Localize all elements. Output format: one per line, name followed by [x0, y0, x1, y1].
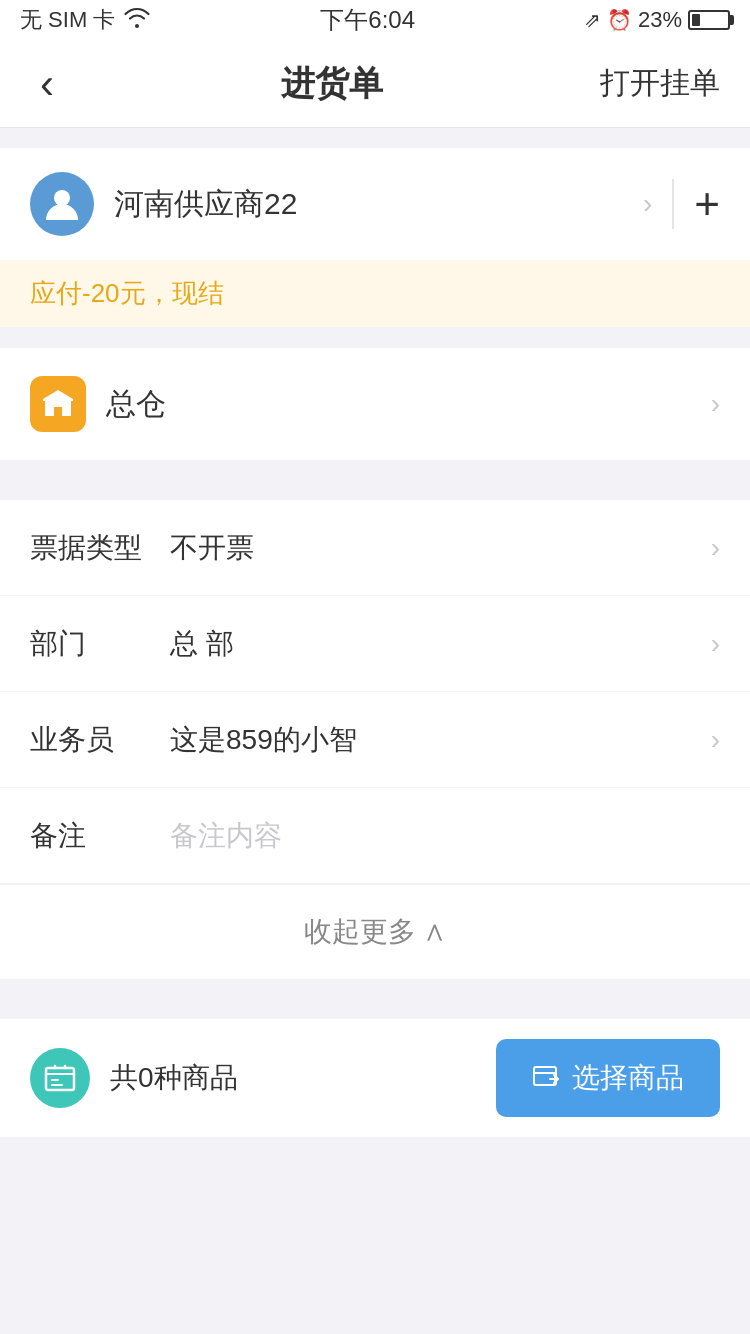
open-pending-button[interactable]: 打开挂单: [600, 63, 720, 104]
svg-rect-2: [46, 1068, 74, 1090]
remark-label: 备注: [30, 817, 160, 855]
location-icon: ⇗: [584, 8, 601, 32]
alarm-icon: ⏰: [607, 8, 632, 32]
department-row[interactable]: 部门 总 部 ›: [0, 596, 750, 692]
salesperson-row[interactable]: 业务员 这是859的小智 ›: [0, 692, 750, 788]
invoice-type-label: 票据类型: [30, 529, 160, 567]
status-right: ⇗ ⏰ 23%: [584, 7, 730, 33]
salesperson-label: 业务员: [30, 721, 160, 759]
section-gap-2: [0, 327, 750, 347]
invoice-type-chevron: ›: [711, 532, 720, 564]
carrier-label: 无 SIM 卡: [20, 5, 115, 35]
section-gap-4: [0, 979, 750, 999]
status-left: 无 SIM 卡: [20, 5, 151, 35]
bottom-fill: [0, 1137, 750, 1334]
department-value: 总 部: [160, 625, 711, 663]
warehouse-icon: [30, 376, 86, 432]
bottom-bar: 共0种商品 选择商品: [0, 1019, 750, 1137]
svg-rect-3: [534, 1067, 556, 1085]
section-gap-3: [0, 460, 750, 480]
collapse-label: 收起更多 ∧: [304, 913, 447, 951]
section-gap-1: [0, 128, 750, 148]
department-label: 部门: [30, 625, 160, 663]
notice-text: 应付-20元，现结: [30, 278, 224, 308]
remark-row[interactable]: 备注 备注内容: [0, 788, 750, 884]
warehouse-chevron: ›: [711, 388, 720, 420]
supplier-row[interactable]: 河南供应商22 › +: [0, 148, 750, 260]
status-bar: 无 SIM 卡 下午6:04 ⇗ ⏰ 23%: [0, 0, 750, 40]
supplier-chevron: ›: [643, 188, 652, 220]
svg-point-0: [54, 190, 70, 206]
invoice-type-value: 不开票: [160, 529, 711, 567]
svg-rect-1: [54, 407, 62, 416]
warehouse-card: 总仓 ›: [0, 347, 750, 460]
select-product-label: 选择商品: [572, 1059, 684, 1097]
battery-icon: [688, 10, 730, 30]
warehouse-name: 总仓: [106, 384, 711, 425]
supplier-card: 河南供应商22 › + 应付-20元，现结: [0, 148, 750, 327]
status-time: 下午6:04: [320, 4, 415, 36]
wifi-icon: [123, 6, 151, 34]
supplier-avatar: [30, 172, 94, 236]
department-chevron: ›: [711, 628, 720, 660]
collapse-row[interactable]: 收起更多 ∧: [0, 884, 750, 979]
salesperson-value: 这是859的小智: [160, 721, 711, 759]
supplier-add-button[interactable]: +: [694, 179, 720, 229]
back-button[interactable]: ‹: [30, 50, 64, 118]
product-count: 共0种商品: [110, 1059, 476, 1097]
product-icon: [30, 1048, 90, 1108]
page-title: 进货单: [281, 61, 383, 107]
salesperson-chevron: ›: [711, 724, 720, 756]
battery-percentage: 23%: [638, 7, 682, 33]
supplier-name: 河南供应商22: [114, 184, 643, 225]
supplier-divider: [672, 179, 674, 229]
warehouse-row[interactable]: 总仓 ›: [0, 347, 750, 460]
select-product-button[interactable]: 选择商品: [496, 1039, 720, 1117]
invoice-type-row[interactable]: 票据类型 不开票 ›: [0, 500, 750, 596]
notice-bar: 应付-20元，现结: [0, 260, 750, 327]
remark-value[interactable]: 备注内容: [160, 817, 720, 855]
form-section: 票据类型 不开票 › 部门 总 部 › 业务员 这是859的小智 › 备注 备注…: [0, 500, 750, 979]
nav-bar: ‹ 进货单 打开挂单: [0, 40, 750, 128]
